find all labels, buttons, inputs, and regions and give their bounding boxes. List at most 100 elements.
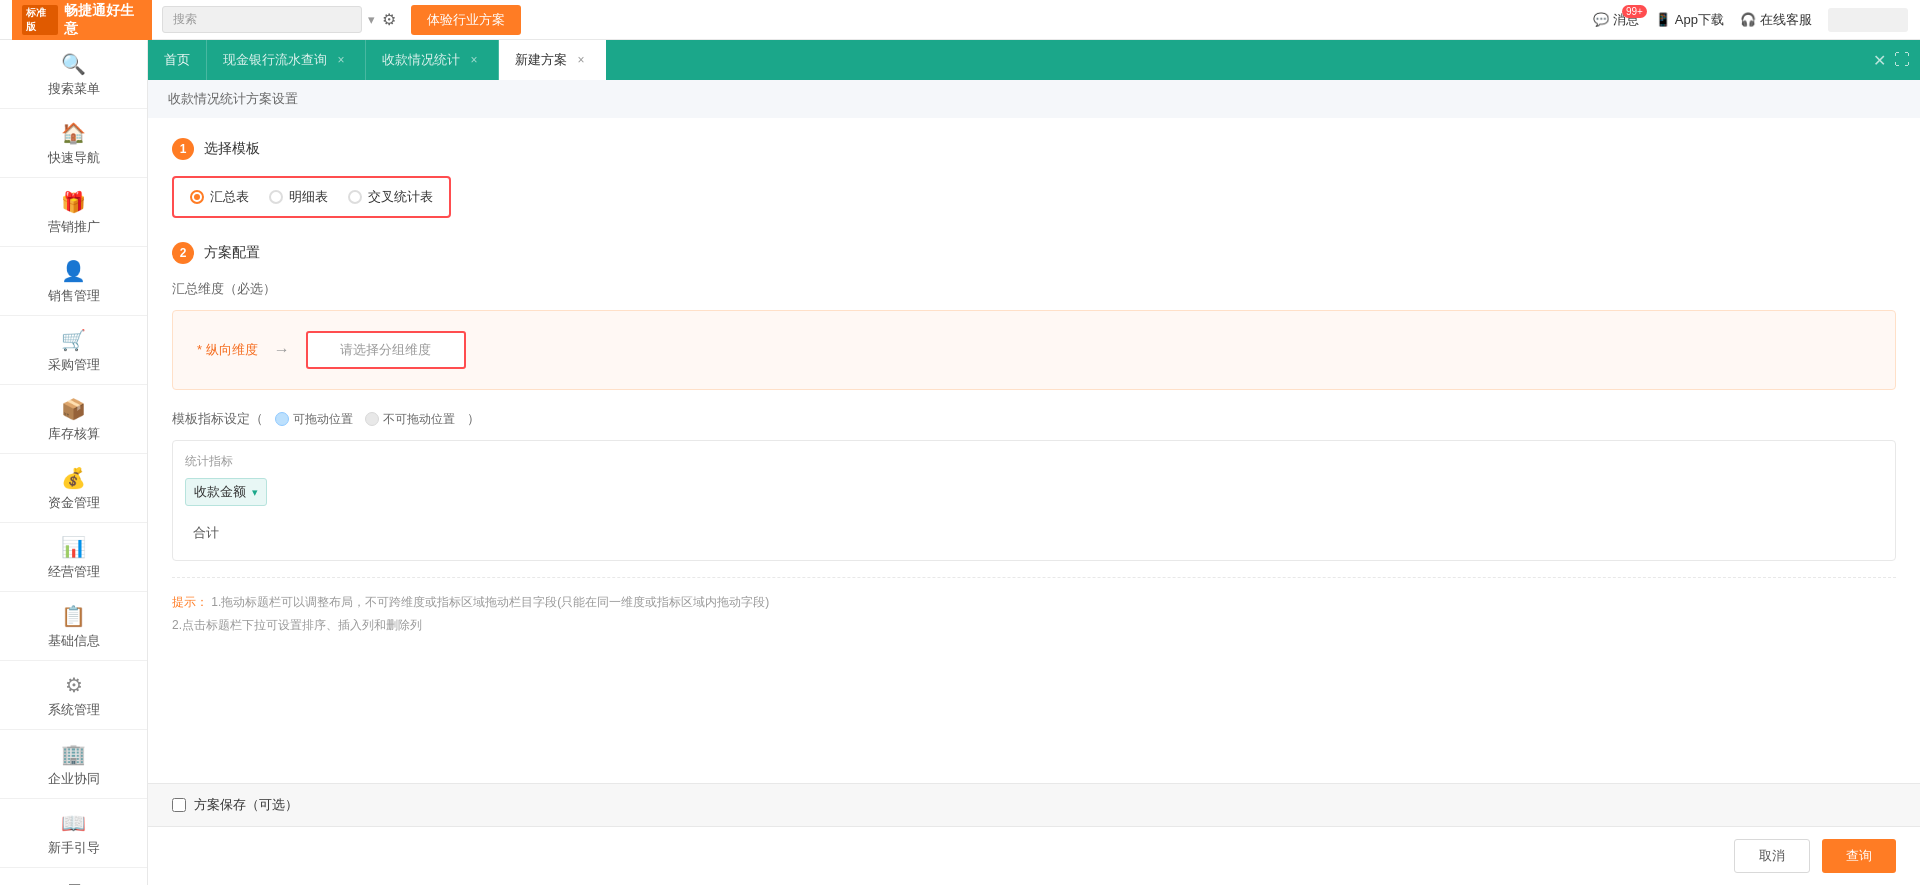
movable-tag: 可拖动位置 <box>275 411 353 428</box>
search-menu-icon: 🔍 <box>61 52 86 76</box>
stats-chips-row: 收款金额 ▾ <box>185 478 1883 512</box>
sidebar-item-search-menu[interactable]: 🔍 搜索菜单 <box>0 40 147 109</box>
radio-summary-label: 汇总表 <box>210 188 249 206</box>
user-avatar[interactable] <box>1828 8 1908 32</box>
download-item[interactable]: 📱 App下载 <box>1655 11 1724 29</box>
tab-new-plan[interactable]: 新建方案 × <box>499 40 606 80</box>
sidebar-item-marketing[interactable]: 🎁 营销推广 <box>0 178 147 247</box>
step1-header: 1 选择模板 <box>172 138 1896 160</box>
radio-detail-label: 明细表 <box>289 188 328 206</box>
header-dropdown-arrow[interactable]: ▾ <box>368 12 375 27</box>
message-icon: 💬 <box>1593 12 1609 27</box>
sidebar-label-quick-nav: 快速导航 <box>48 149 100 167</box>
app-name: 畅捷通好生意 <box>64 2 142 38</box>
tab-new-plan-label: 新建方案 <box>515 51 567 69</box>
stats-chip-collection[interactable]: 收款金额 ▾ <box>185 478 267 506</box>
radio-summary-circle <box>190 190 204 204</box>
step2-section: 2 方案配置 汇总维度（必选） * 纵向维度 → 请选择分组维度 <box>172 242 1896 634</box>
sidebar-item-inventory[interactable]: 📦 库存核算 <box>0 385 147 454</box>
cancel-button[interactable]: 取消 <box>1734 839 1810 873</box>
sidebar-item-guide[interactable]: 📖 新手引导 <box>0 799 147 868</box>
tip1-text: 1.拖动标题栏可以调整布局，不可跨维度或指标区域拖动栏目字段(只能在同一维度或指… <box>211 595 769 609</box>
dimension-select-btn[interactable]: 请选择分组维度 <box>306 331 466 369</box>
tab-home[interactable]: 首页 <box>148 40 207 80</box>
notifications-item[interactable]: 💬 消息 99+ <box>1593 11 1639 29</box>
tab-collection-stats[interactable]: 收款情况统计 × <box>366 40 499 80</box>
breadcrumb: 收款情况统计方案设置 <box>148 80 1920 118</box>
sidebar-item-quick-nav[interactable]: 🏠 快速导航 <box>0 109 147 178</box>
indicator-header: 模板指标设定（ 可拖动位置 不可拖动位置 ） <box>172 410 1896 428</box>
movable-dot <box>275 412 289 426</box>
header-search-box[interactable]: 搜索 <box>162 6 362 33</box>
radio-summary[interactable]: 汇总表 <box>190 188 249 206</box>
radio-cross-label: 交叉统计表 <box>368 188 433 206</box>
tab-new-plan-close[interactable]: × <box>573 52 589 68</box>
form-panel: 1 选择模板 汇总表 明细表 <box>148 118 1920 783</box>
dimension-config: 汇总维度（必选） * 纵向维度 → 请选择分组维度 <box>172 280 1896 390</box>
tab-bar-right: ✕ ⛶ <box>1863 40 1920 80</box>
sidebar-label-search-menu: 搜索菜单 <box>48 80 100 98</box>
tab-collection-stats-close[interactable]: × <box>466 52 482 68</box>
stats-area: 统计指标 收款金额 ▾ 合计 <box>172 440 1896 561</box>
step1-title: 选择模板 <box>204 140 260 158</box>
header-search-area: 搜索 ▾ ⚙ 体验行业方案 <box>152 5 1593 35</box>
sidebar-label-system: 系统管理 <box>48 701 100 719</box>
tab-bank-flow-close[interactable]: × <box>333 52 349 68</box>
stats-label: 统计指标 <box>185 453 1883 470</box>
sidebar-label-sales: 销售管理 <box>48 287 100 305</box>
movable-label: 可拖动位置 <box>293 411 353 428</box>
sidebar-item-purchase[interactable]: 🛒 采购管理 <box>0 316 147 385</box>
dimension-title: 汇总维度（必选） <box>172 280 1896 298</box>
tab-close-action[interactable]: ✕ <box>1873 51 1886 70</box>
sales-icon: 👤 <box>61 259 86 283</box>
sidebar-label-purchase: 采购管理 <box>48 356 100 374</box>
query-button[interactable]: 查询 <box>1822 839 1896 873</box>
tab-bank-flow-label: 现金银行流水查询 <box>223 51 327 69</box>
quick-nav-icon: 🏠 <box>61 121 86 145</box>
marketing-icon: 🎁 <box>61 190 86 214</box>
sidebar-item-sales[interactable]: 👤 销售管理 <box>0 247 147 316</box>
tips-label: 提示： <box>172 595 208 609</box>
tab-bank-flow[interactable]: 现金银行流水查询 × <box>207 40 366 80</box>
radio-detail[interactable]: 明细表 <box>269 188 328 206</box>
trial-button[interactable]: 体验行业方案 <box>411 5 521 35</box>
sidebar-item-basic-info[interactable]: 📋 基础信息 <box>0 592 147 661</box>
radio-cross-circle <box>348 190 362 204</box>
service-icon: 🎧 <box>1740 12 1756 27</box>
sidebar-label-operations: 经营管理 <box>48 563 100 581</box>
step2-header: 2 方案配置 <box>172 242 1896 264</box>
sidebar-label-enterprise: 企业协同 <box>48 770 100 788</box>
notifications-badge: 99+ <box>1622 5 1647 18</box>
save-section: 方案保存（可选） <box>148 783 1920 826</box>
step1-section: 1 选择模板 汇总表 明细表 <box>172 138 1896 218</box>
sidebar-item-smart-hardware[interactable]: 🖥 智能硬件 <box>0 868 147 885</box>
step2-num: 2 <box>172 242 194 264</box>
sidebar-item-operations[interactable]: 📊 经营管理 <box>0 523 147 592</box>
service-item[interactable]: 🎧 在线客服 <box>1740 11 1812 29</box>
settings-icon[interactable]: ⚙ <box>375 6 403 34</box>
dimension-row: * 纵向维度 → 请选择分组维度 <box>197 331 1871 369</box>
sidebar-item-finance[interactable]: 💰 资金管理 <box>0 454 147 523</box>
template-select-box: 汇总表 明细表 交叉统计表 <box>172 176 451 218</box>
stats-chip-label: 收款金额 <box>194 483 246 501</box>
indicator-settings: 模板指标设定（ 可拖动位置 不可拖动位置 ） <box>172 410 1896 561</box>
sidebar-item-system[interactable]: ⚙ 系统管理 <box>0 661 147 730</box>
tab-home-label: 首页 <box>164 51 190 69</box>
tab-fullscreen-action[interactable]: ⛶ <box>1894 51 1910 69</box>
radio-cross[interactable]: 交叉统计表 <box>348 188 433 206</box>
dimension-row-label: * 纵向维度 <box>197 341 258 359</box>
enterprise-icon: 🏢 <box>61 742 86 766</box>
sidebar-item-enterprise[interactable]: 🏢 企业协同 <box>0 730 147 799</box>
sidebar-label-inventory: 库存核算 <box>48 425 100 443</box>
download-icon: 📱 <box>1655 12 1671 27</box>
indicator-title-prefix: 模板指标设定（ <box>172 410 263 428</box>
stats-chip-dropdown[interactable]: ▾ <box>252 486 258 499</box>
immovable-label: 不可拖动位置 <box>383 411 455 428</box>
download-label: App下载 <box>1675 11 1724 29</box>
radio-detail-circle <box>269 190 283 204</box>
dimension-area: * 纵向维度 → 请选择分组维度 <box>172 310 1896 390</box>
save-checkbox[interactable] <box>172 798 186 812</box>
tab-collection-stats-label: 收款情况统计 <box>382 51 460 69</box>
step2-title: 方案配置 <box>204 244 260 262</box>
tab-bar: 首页 现金银行流水查询 × 收款情况统计 × 新建方案 × ✕ ⛶ <box>148 40 1920 80</box>
